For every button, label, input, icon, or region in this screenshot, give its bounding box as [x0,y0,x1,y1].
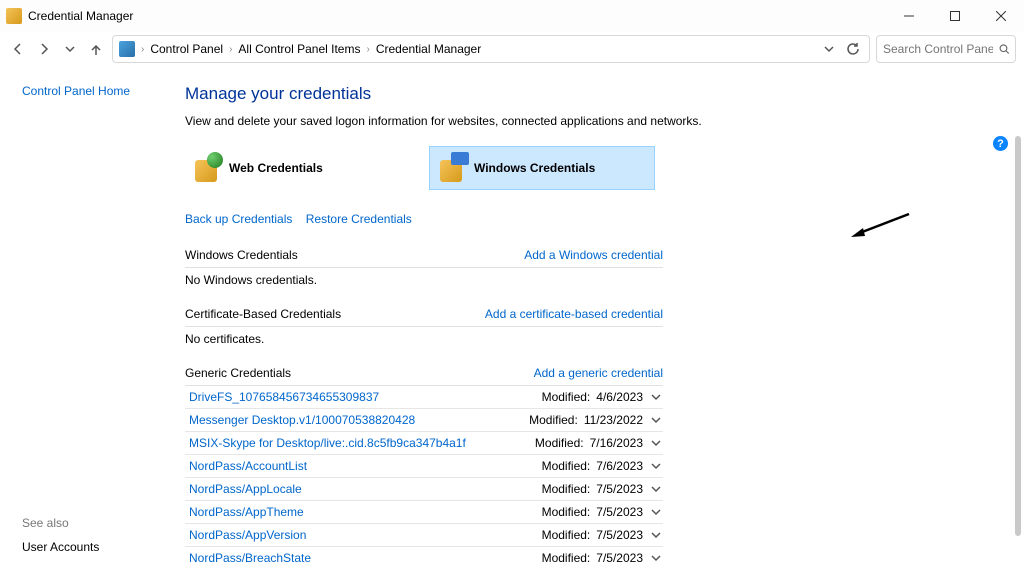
search-box[interactable] [876,35,1016,63]
refresh-button[interactable] [843,39,863,59]
section-certificate-credentials: Certificate-Based Credentials Add a cert… [185,303,663,362]
add-windows-credential-link[interactable]: Add a Windows credential [524,248,663,262]
minimize-button[interactable] [886,0,932,32]
chevron-down-icon[interactable] [649,436,663,450]
modified-date: 7/5/2023 [596,505,643,519]
chevron-down-icon[interactable] [649,505,663,519]
section-title: Certificate-Based Credentials [185,307,341,321]
credential-row[interactable]: Messenger Desktop.v1/100070538820428 Modi… [185,409,663,432]
breadcrumb-all-items[interactable]: All Control Panel Items [238,42,360,56]
tab-web-label: Web Credentials [229,161,323,175]
user-accounts-link[interactable]: User Accounts [22,540,99,554]
tab-web-credentials[interactable]: Web Credentials [185,146,411,190]
chevron-down-icon[interactable] [649,551,663,565]
chevron-down-icon[interactable] [649,413,663,427]
credential-row[interactable]: NordPass/BreachState Modified: 7/5/2023 [185,547,663,566]
add-certificate-credential-link[interactable]: Add a certificate-based credential [485,307,663,321]
modified-date: 7/5/2023 [596,482,643,496]
recent-dropdown-button[interactable] [60,39,80,59]
section-title: Windows Credentials [185,248,298,262]
annotation-arrow-icon [851,212,911,245]
address-bar[interactable]: › Control Panel › All Control Panel Item… [112,35,870,63]
control-panel-home-link[interactable]: Control Panel Home [22,84,169,98]
chevron-down-icon[interactable] [649,459,663,473]
credential-name: NordPass/BreachState [189,551,311,565]
close-button[interactable] [978,0,1024,32]
up-button[interactable] [86,39,106,59]
modified-date: 11/23/2022 [584,413,643,427]
add-generic-credential-link[interactable]: Add a generic credential [534,366,663,380]
modified-date: 7/6/2023 [596,459,643,473]
chevron-down-icon[interactable] [649,528,663,542]
modified-date: 7/5/2023 [596,551,643,565]
credential-row[interactable]: NordPass/AppTheme Modified: 7/5/2023 [185,501,663,524]
modified-label: Modified: [529,413,578,427]
modified-label: Modified: [542,528,591,542]
modified-label: Modified: [542,505,591,519]
tab-windows-label: Windows Credentials [474,161,595,175]
chevron-right-icon: › [139,44,146,55]
section-empty-text: No Windows credentials. [185,268,663,303]
app-icon [6,8,22,24]
modified-label: Modified: [535,436,584,450]
credential-row[interactable]: NordPass/AppLocale Modified: 7/5/2023 [185,478,663,501]
search-input[interactable] [883,42,993,56]
section-title: Generic Credentials [185,366,291,380]
control-panel-icon [119,41,135,57]
credential-name: DriveFS_107658456734655309837 [189,390,379,404]
modified-date: 7/16/2023 [590,436,643,450]
credential-row[interactable]: DriveFS_107658456734655309837 Modified: 4/… [185,386,663,409]
section-empty-text: No certificates. [185,327,663,362]
breadcrumb-control-panel[interactable]: Control Panel [150,42,223,56]
credential-name: MSIX-Skype for Desktop/live:.cid.8c5fb9c… [189,436,466,450]
chevron-right-icon: › [227,44,234,55]
credential-row[interactable]: NordPass/AppVersion Modified: 7/5/2023 [185,524,663,547]
left-panel: Control Panel Home See also User Account… [0,66,185,566]
maximize-button[interactable] [932,0,978,32]
action-links: Back up Credentials Restore Credentials [185,212,845,226]
scrollbar-thumb[interactable] [1015,136,1021,536]
credential-row[interactable]: MSIX-Skype for Desktop/live:.cid.8c5fb9c… [185,432,663,455]
address-dropdown-button[interactable] [819,39,839,59]
modified-label: Modified: [542,459,591,473]
section-generic-credentials: Generic Credentials Add a generic creden… [185,362,663,566]
page-title: Manage your credentials [185,84,845,104]
forward-button[interactable] [34,39,54,59]
credential-name: NordPass/AppLocale [189,482,302,496]
modified-label: Modified: [542,390,591,404]
tab-windows-credentials[interactable]: Windows Credentials [429,146,655,190]
modified-date: 7/5/2023 [596,528,643,542]
web-credentials-icon [193,154,221,182]
modified-label: Modified: [542,551,591,565]
window-title: Credential Manager [28,9,133,23]
back-button[interactable] [8,39,28,59]
help-icon[interactable]: ? [993,136,1008,151]
restore-credentials-link[interactable]: Restore Credentials [306,212,412,226]
modified-date: 4/6/2023 [596,390,643,404]
vertical-scrollbar[interactable] [1014,136,1022,566]
search-icon [999,43,1009,55]
credential-name: NordPass/AccountList [189,459,307,473]
title-bar: Credential Manager [0,0,1024,32]
chevron-right-icon: › [364,44,371,55]
see-also-heading: See also [22,516,99,530]
windows-credentials-icon [438,154,466,182]
breadcrumb-credential-manager[interactable]: Credential Manager [376,42,481,56]
main-panel: Manage your credentials View and delete … [185,66,1024,566]
credential-name: NordPass/AppVersion [189,528,306,542]
backup-credentials-link[interactable]: Back up Credentials [185,212,292,226]
chevron-down-icon[interactable] [649,482,663,496]
page-subtitle: View and delete your saved logon informa… [185,114,845,128]
credential-name: NordPass/AppTheme [189,505,304,519]
chevron-down-icon[interactable] [649,390,663,404]
credential-row[interactable]: NordPass/AccountList Modified: 7/6/2023 [185,455,663,478]
section-windows-credentials: Windows Credentials Add a Windows creden… [185,244,663,303]
credential-name: Messenger Desktop.v1/100070538820428 [189,413,415,427]
nav-row: › Control Panel › All Control Panel Item… [0,32,1024,66]
modified-label: Modified: [542,482,591,496]
